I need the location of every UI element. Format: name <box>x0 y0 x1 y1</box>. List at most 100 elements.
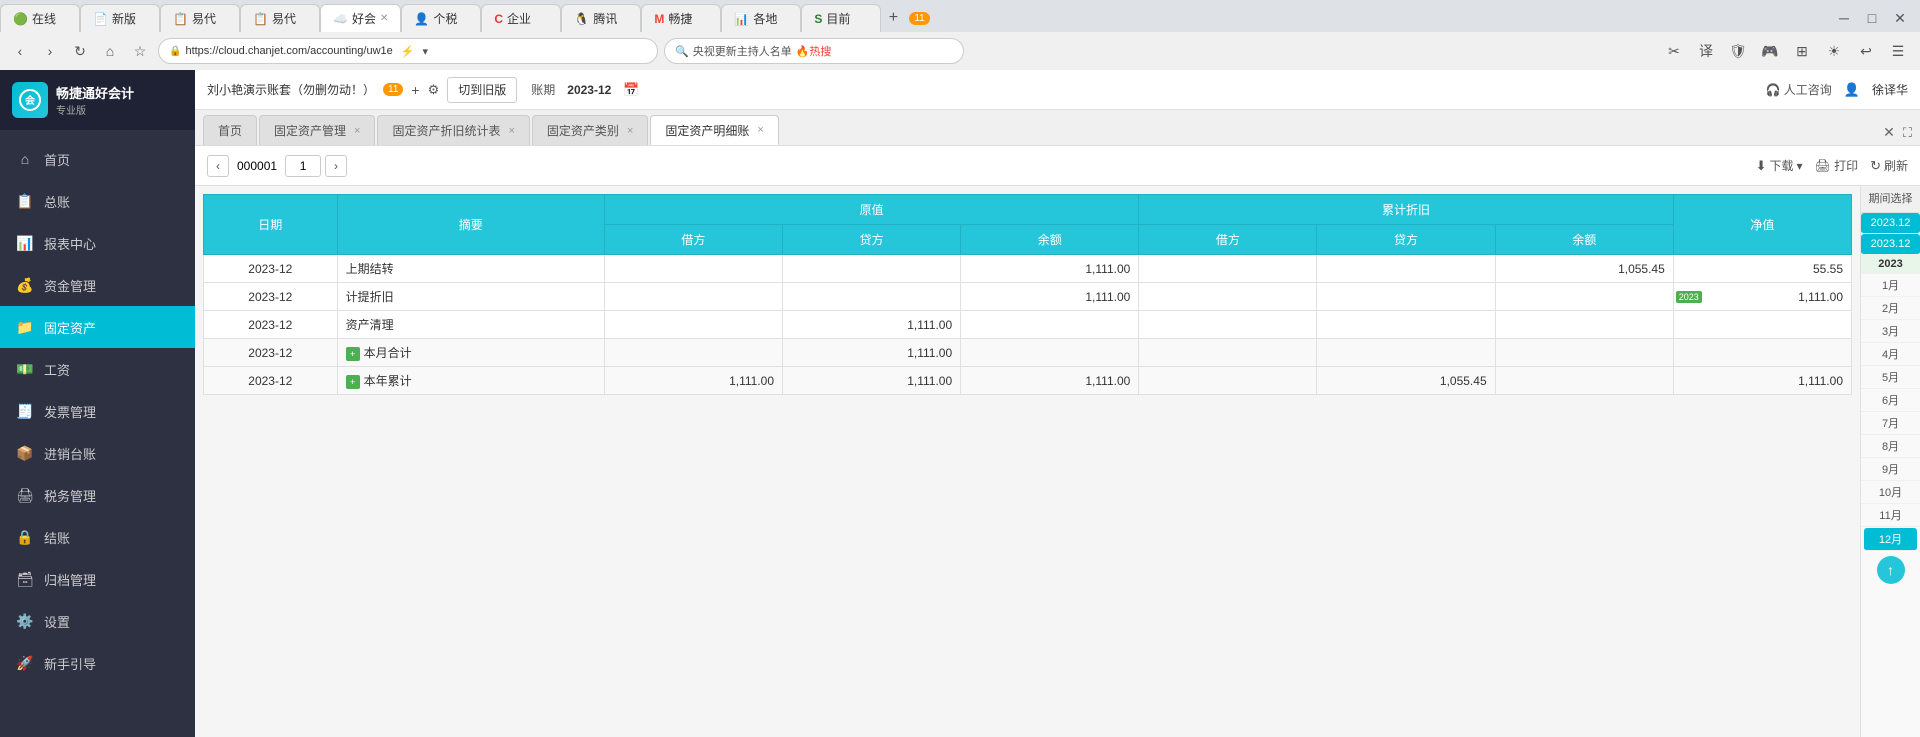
sidebar-item-fund[interactable]: 💰 资金管理 <box>0 264 195 306</box>
sidebar-item-ledger[interactable]: 📋 总账 <box>0 180 195 222</box>
period-month-10[interactable]: 10月 <box>1861 481 1920 504</box>
expand-button[interactable]: ⛶ <box>1903 125 1912 141</box>
period-month-9[interactable]: 9月 <box>1861 458 1920 481</box>
cell-orig-debit <box>604 311 782 339</box>
home-button[interactable]: ⌂ <box>98 39 122 63</box>
shield-button[interactable]: 🛡 <box>1724 37 1752 65</box>
sidebar-item-assets[interactable]: 📁 固定资产 <box>0 306 195 348</box>
col-date: 日期 <box>204 195 338 255</box>
period-date-selected1[interactable]: 2023.12 <box>1861 213 1920 234</box>
table-row: 2023-12 资产清理 1,111.00 <box>204 311 1852 339</box>
company-name[interactable]: 刘小艳演示账套（勿删勿动！） <box>207 81 375 98</box>
new-tab-button[interactable]: + <box>881 6 905 30</box>
cell-dep-debit <box>1139 339 1317 367</box>
game-button[interactable]: 🎮 <box>1756 37 1784 65</box>
sidebar-item-invoice[interactable]: 🧾 发票管理 <box>0 390 195 432</box>
forward-button[interactable]: › <box>38 39 62 63</box>
print-button[interactable]: 🖨 打印 <box>1815 157 1859 174</box>
cell-dep-debit <box>1139 283 1317 311</box>
page-num-input[interactable] <box>285 155 321 177</box>
sun-button[interactable]: ☀ <box>1820 37 1848 65</box>
close-all-button[interactable]: ✕ <box>1883 124 1895 141</box>
tab-home[interactable]: 首页 <box>203 115 257 145</box>
browser-tab-gedi[interactable]: 📊 各地 <box>721 4 801 32</box>
cell-orig-credit <box>783 255 961 283</box>
browser-tab-haohui[interactable]: ☁️ 好会 ✕ <box>320 4 401 32</box>
tab-depreciation-table-close[interactable]: × <box>508 125 514 137</box>
browser-tab-muqian[interactable]: S 目前 <box>801 4 881 32</box>
sidebar-item-home[interactable]: ⌂ 首页 <box>0 138 195 180</box>
sidebar-item-tax[interactable]: 🖨 税务管理 <box>0 474 195 516</box>
tab-asset-detail[interactable]: 固定资产明细账 × <box>650 115 778 145</box>
browser-tab-yidai1[interactable]: 📋 易代 <box>160 4 240 32</box>
period-month-8[interactable]: 8月 <box>1861 435 1920 458</box>
tab-asset-category[interactable]: 固定资产类别 × <box>532 115 648 145</box>
scroll-top-btn[interactable]: ↑ <box>1877 556 1905 584</box>
period-month-6[interactable]: 6月 <box>1861 389 1920 412</box>
download-icon: ⬇ <box>1756 158 1767 174</box>
settings-small-icon[interactable]: ⚙ <box>428 82 440 98</box>
toolbar: ‹ 000001 › ⬇ 下载 ▾ 🖨 打印 ↻ 刷新 <box>195 146 1920 186</box>
browser-tab-qiye[interactable]: C 企业 <box>481 4 561 32</box>
cell-dep-balance <box>1495 339 1673 367</box>
back-button[interactable]: ‹ <box>8 39 32 63</box>
table-row-annual: 2023-12 +本年累计 1,111.00 1,111.00 1,111.00… <box>204 367 1852 395</box>
minimize-button[interactable]: ─ <box>1832 6 1856 30</box>
period-month-4[interactable]: 4月 <box>1861 343 1920 366</box>
period-month-11[interactable]: 11月 <box>1861 504 1920 527</box>
period-year[interactable]: 2023 <box>1861 255 1920 274</box>
col-orig-credit: 贷方 <box>783 225 961 255</box>
browser-tab-online[interactable]: 🟢 在线 <box>0 4 80 32</box>
sidebar-item-archive[interactable]: 🗃 归档管理 <box>0 558 195 600</box>
period-month-7[interactable]: 7月 <box>1861 412 1920 435</box>
subtotal-icon: + <box>346 347 360 361</box>
switch-version-button[interactable]: 切到旧版 <box>447 77 517 103</box>
sidebar-item-close[interactable]: 🔒 结账 <box>0 516 195 558</box>
browser-tab-geshui[interactable]: 👤 个税 <box>401 4 481 32</box>
sidebar-item-purchase[interactable]: 📦 进销台账 <box>0 432 195 474</box>
user-avatar[interactable]: 👤 <box>1844 82 1860 98</box>
scissors-button[interactable]: ✂ <box>1660 37 1688 65</box>
prev-page-button[interactable]: ‹ <box>207 155 229 177</box>
url-input[interactable]: 🔒 https://cloud.chanjet.com/accounting/u… <box>158 38 658 64</box>
cell-summary: 资产清理 <box>337 311 604 339</box>
company-badge: 11 <box>383 83 403 96</box>
grid-button[interactable]: ⊞ <box>1788 37 1816 65</box>
calendar-icon[interactable]: 📅 <box>623 82 639 98</box>
bookmark-button[interactable]: ☆ <box>128 39 152 63</box>
period-date-selected2[interactable]: 2023.12 <box>1861 234 1920 255</box>
tab-asset-category-close[interactable]: × <box>627 125 633 137</box>
browser-tab-tengxun[interactable]: 🐧 腾讯 <box>561 4 641 32</box>
refresh-icon: ↻ <box>1870 158 1881 174</box>
menu-button[interactable]: ☰ <box>1884 37 1912 65</box>
tab-depreciation-table[interactable]: 固定资产折旧统计表 × <box>377 115 529 145</box>
reload-button[interactable]: ↻ <box>68 39 92 63</box>
tab-fixed-assets-mgmt[interactable]: 固定资产管理 × <box>259 115 375 145</box>
period-month-12[interactable]: 12月 <box>1864 528 1917 551</box>
sidebar-item-report[interactable]: 📊 报表中心 <box>0 222 195 264</box>
close-button[interactable]: ✕ <box>1888 6 1912 30</box>
next-page-button[interactable]: › <box>325 155 347 177</box>
browser-tab-yidai2[interactable]: 📋 易代 <box>240 4 320 32</box>
add-company-icon[interactable]: + <box>411 82 419 98</box>
browser-tab-changjie[interactable]: M 畅捷 <box>641 4 721 32</box>
sidebar-item-guide[interactable]: 🚀 新手引导 <box>0 642 195 684</box>
period-month-5[interactable]: 5月 <box>1861 366 1920 389</box>
customer-service-button[interactable]: 🎧 人工咨询 <box>1765 81 1831 98</box>
browser-tab-new[interactable]: 📄 新版 <box>80 4 160 32</box>
tab-fixed-assets-mgmt-close[interactable]: × <box>354 125 360 137</box>
table-row-subtotal: 2023-12 +本月合计 1,111.00 <box>204 339 1852 367</box>
refresh-button[interactable]: ↻ 刷新 <box>1870 157 1908 174</box>
translate-button[interactable]: 译 <box>1692 37 1720 65</box>
period-month-1[interactable]: 1月 <box>1861 274 1920 297</box>
download-button[interactable]: ⬇ 下载 ▾ <box>1756 157 1803 174</box>
sidebar-item-payroll[interactable]: 💵 工资 <box>0 348 195 390</box>
period-month-3[interactable]: 3月 <box>1861 320 1920 343</box>
search-box[interactable]: 🔍 央视更新主持人名单 🔥热搜 <box>664 38 964 64</box>
undo-button[interactable]: ↩ <box>1852 37 1880 65</box>
cell-dep-debit <box>1139 255 1317 283</box>
sidebar-item-settings[interactable]: ⚙️ 设置 <box>0 600 195 642</box>
tab-asset-detail-close[interactable]: × <box>757 124 763 136</box>
maximize-button[interactable]: □ <box>1860 6 1884 30</box>
period-month-2[interactable]: 2月 <box>1861 297 1920 320</box>
